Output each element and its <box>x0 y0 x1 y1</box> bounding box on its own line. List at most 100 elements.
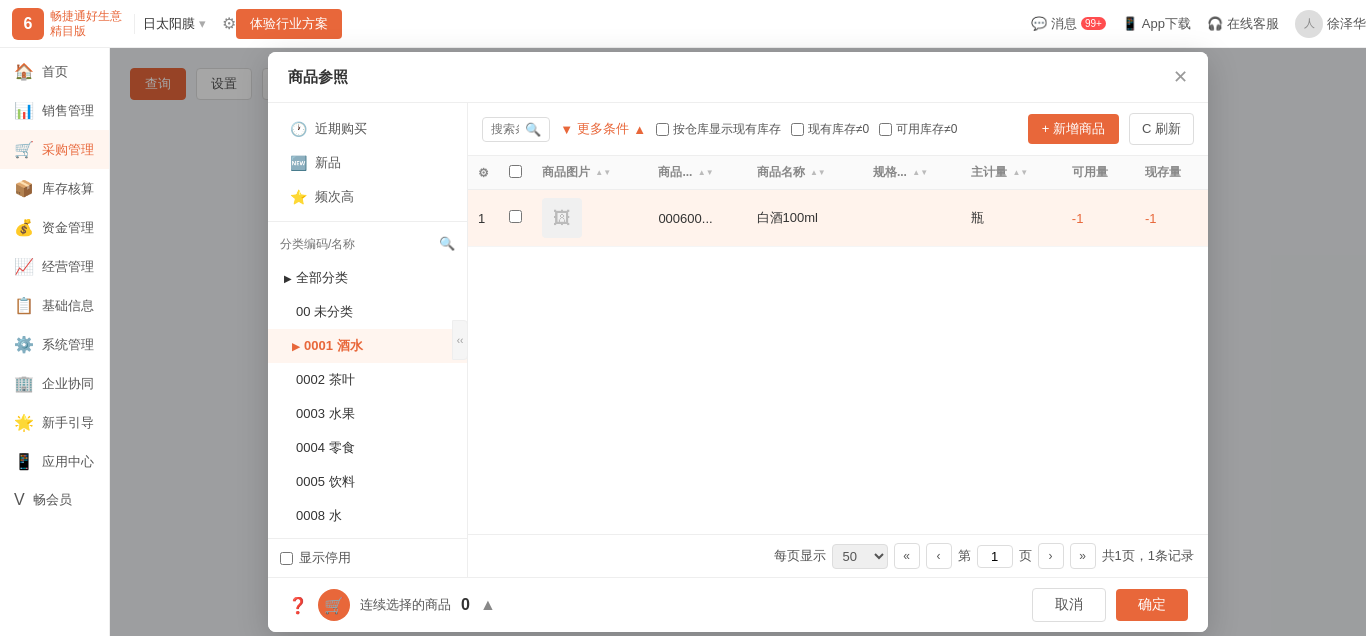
sidebar-item-basic[interactable]: 📋 基础信息 <box>0 286 109 325</box>
last-page-btn[interactable]: » <box>1070 543 1096 569</box>
sidebar-item-inventory[interactable]: 📦 库存核算 <box>0 169 109 208</box>
page-size-select[interactable]: 50 100 <box>832 544 888 569</box>
more-filter-btn[interactable]: ▼ 更多条件 ▲ <box>560 120 646 138</box>
sidebar-item-home[interactable]: 🏠 首页 <box>0 52 109 91</box>
sidebar-item-system[interactable]: ⚙️ 系统管理 <box>0 325 109 364</box>
pagination-bar: 每页显示 50 100 « ‹ 第 页 › » 共 <box>468 534 1208 577</box>
modal-close-btn[interactable]: ✕ <box>1173 66 1188 88</box>
cancel-btn[interactable]: 取消 <box>1032 588 1106 622</box>
purchase-icon: 🛒 <box>14 140 34 159</box>
left-panel-tabs: 🕐 近期购买 🆕 新品 ⭐ 频次高 <box>268 103 467 213</box>
sidebar-item-apps[interactable]: 📱 应用中心 <box>0 442 109 481</box>
selected-label: 连续选择的商品 <box>360 596 451 614</box>
settings-icon[interactable]: ⚙ <box>222 14 236 33</box>
experience-btn[interactable]: 体验行业方案 <box>236 9 342 39</box>
row-unit: 瓶 <box>961 190 1062 247</box>
online-service-nav-item[interactable]: 🎧 在线客服 <box>1207 15 1279 33</box>
messages-nav-item[interactable]: 💬 消息 99+ <box>1031 15 1106 33</box>
filter-icon: ▼ <box>560 122 573 137</box>
left-panel-collapse-btn[interactable]: ‹‹ <box>452 320 468 360</box>
store-name: 日太阳膜 <box>143 15 195 33</box>
user-nav-item[interactable]: 人 徐泽华 <box>1295 10 1366 38</box>
add-product-btn[interactable]: + 新增商品 <box>1028 114 1119 144</box>
store-selector[interactable]: 日太阳膜 ▾ <box>135 11 214 37</box>
category-search-input[interactable] <box>280 237 433 251</box>
available-nonzero-label: 可用库存≠0 <box>896 121 957 138</box>
sidebar-item-sales[interactable]: 📊 销售管理 <box>0 91 109 130</box>
sidebar-item-guide[interactable]: 🌟 新手引导 <box>0 403 109 442</box>
show-disabled-label: 显示停用 <box>299 549 351 567</box>
left-tab-recent[interactable]: 🕐 近期购买 <box>280 113 455 145</box>
left-tab-new[interactable]: 🆕 新品 <box>280 147 455 179</box>
category-item-0008[interactable]: 0008 水 <box>268 499 467 533</box>
main-layout: 🏠 首页 📊 销售管理 🛒 采购管理 📦 库存核算 💰 资金管理 📈 经营管理 … <box>0 48 1366 636</box>
sidebar-item-member[interactable]: V 畅会员 <box>0 481 109 519</box>
available-nonzero-filter[interactable]: 可用库存≠0 <box>879 121 957 138</box>
product-search-input[interactable] <box>491 122 519 136</box>
messages-label: 消息 <box>1051 15 1077 33</box>
col-code-header: 商品... ▲▼ <box>648 156 746 190</box>
table-settings-icon[interactable]: ⚙ <box>478 166 489 180</box>
help-icon[interactable]: ❓ <box>288 596 308 615</box>
stock-nonzero-filter[interactable]: 现有库存≠0 <box>791 121 869 138</box>
row-img-cell: 🖼 <box>532 190 648 247</box>
sidebar-item-collab[interactable]: 🏢 企业协同 <box>0 364 109 403</box>
operations-icon: 📈 <box>14 257 34 276</box>
show-disabled-toggle[interactable]: 显示停用 <box>280 549 455 567</box>
sidebar-item-purchase[interactable]: 🛒 采购管理 <box>0 130 109 169</box>
logo-text: 畅捷通好生意 精目版 <box>50 9 122 38</box>
category-search-icon[interactable]: 🔍 <box>439 236 455 251</box>
col-available-header: 可用量 <box>1062 156 1135 190</box>
page-size-label: 每页显示 <box>774 547 826 565</box>
next-page-btn[interactable]: › <box>1038 543 1064 569</box>
app-download-nav-item[interactable]: 📱 App下载 <box>1122 15 1191 33</box>
product-img: 🖼 <box>542 198 582 238</box>
footer-collapse-icon[interactable]: ▲ <box>480 596 496 614</box>
search-icon[interactable]: 🔍 <box>525 122 541 137</box>
table-row[interactable]: 1 🖼 000600... 白酒100ml <box>468 190 1208 247</box>
row-checkbox[interactable] <box>509 210 522 223</box>
first-page-btn[interactable]: « <box>894 543 920 569</box>
frequent-label: 频次高 <box>315 188 354 206</box>
confirm-btn[interactable]: 确定 <box>1116 589 1188 621</box>
sidebar-label-apps: 应用中心 <box>42 453 94 471</box>
modal-body: 🕐 近期购买 🆕 新品 ⭐ 频次高 <box>268 103 1208 577</box>
code-sort-icon: ▲▼ <box>698 168 714 177</box>
category-name-0003: 0003 水果 <box>296 405 355 423</box>
col-spec-header: 规格... ▲▼ <box>863 156 961 190</box>
modal-footer: ❓ 🛒 连续选择的商品 0 ▲ 取消 确定 <box>268 577 1208 632</box>
category-item-00[interactable]: 00 未分类 <box>268 295 467 329</box>
category-item-0003[interactable]: 0003 水果 <box>268 397 467 431</box>
category-item-0002[interactable]: 0002 茶叶 <box>268 363 467 397</box>
sales-icon: 📊 <box>14 101 34 120</box>
left-panel: 🕐 近期购买 🆕 新品 ⭐ 频次高 <box>268 103 468 577</box>
category-item-0004[interactable]: 0004 零食 <box>268 431 467 465</box>
img-sort-icon: ▲▼ <box>595 168 611 177</box>
row-stock: -1 <box>1135 190 1208 247</box>
refresh-btn[interactable]: C 刷新 <box>1129 113 1194 145</box>
page-number-input[interactable] <box>977 545 1013 568</box>
category-item-all[interactable]: ▶ 全部分类 <box>268 261 467 295</box>
select-all-checkbox[interactable] <box>509 165 522 178</box>
show-disabled-checkbox[interactable] <box>280 552 293 565</box>
filter-label: 更多条件 <box>577 120 629 138</box>
available-nonzero-checkbox[interactable] <box>879 123 892 136</box>
sidebar-item-finance[interactable]: 💰 资金管理 <box>0 208 109 247</box>
sidebar-label-system: 系统管理 <box>42 336 94 354</box>
warehouse-checkbox[interactable] <box>656 123 669 136</box>
collapse-icon: ‹‹ <box>457 335 464 346</box>
recent-icon: 🕐 <box>290 121 307 137</box>
stock-nonzero-checkbox[interactable] <box>791 123 804 136</box>
sidebar-label-member: 畅会员 <box>33 491 72 509</box>
warehouse-filter[interactable]: 按仓库显示现有库存 <box>656 121 781 138</box>
category-list: ▶ 全部分类 00 未分类 ▶ 0001 酒水 0002 茶 <box>268 257 467 538</box>
category-name-0002: 0002 茶叶 <box>296 371 355 389</box>
sidebar-item-operations[interactable]: 📈 经营管理 <box>0 247 109 286</box>
prev-page-btn[interactable]: ‹ <box>926 543 952 569</box>
cart-icon[interactable]: 🛒 <box>318 589 350 621</box>
left-panel-divider <box>268 221 467 222</box>
left-tab-frequent[interactable]: ⭐ 频次高 <box>280 181 455 213</box>
category-item-0005[interactable]: 0005 饮料 <box>268 465 467 499</box>
headset-icon: 🎧 <box>1207 16 1223 31</box>
category-item-0001[interactable]: ▶ 0001 酒水 <box>268 329 467 363</box>
